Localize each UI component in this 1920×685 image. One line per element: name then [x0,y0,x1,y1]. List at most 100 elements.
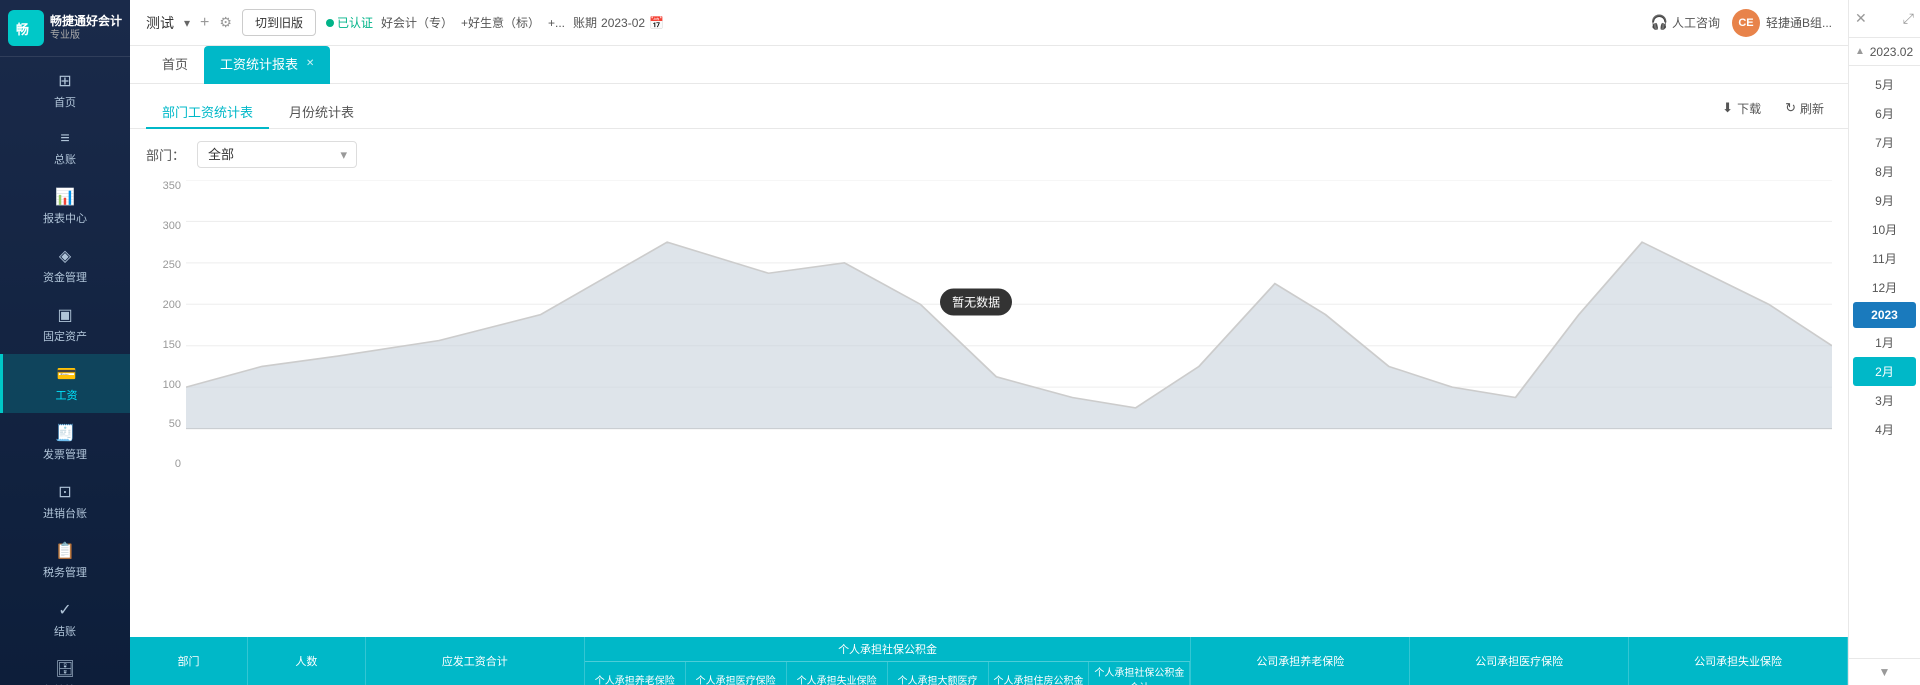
month-1[interactable]: 1月 [1849,328,1920,357]
tab-home[interactable]: 首页 [146,46,204,84]
logo-icon: 畅 [8,10,44,46]
chart-tooltip: 暂无数据 [940,288,1012,315]
chart-svg-wrap: 暂无数据 [186,180,1832,470]
sidebar-label-settle: 结账 [54,623,76,639]
sidebar-label-funds: 资金管理 [43,269,87,285]
salary-icon: 💳 [57,364,77,384]
month-4[interactable]: 4月 [1849,415,1920,444]
month-7[interactable]: 7月 [1849,128,1920,157]
archive-icon: 🗄 [55,659,75,679]
month-list: 5月 6月 7月 8月 9月 10月 11月 12月 2023 1月 2月 3月… [1849,66,1920,658]
year-nav-row: ▲ 2023.02 [1849,38,1920,66]
col-company-pension-label: 公司承担养老保险 [1256,653,1344,669]
sub-tab-department[interactable]: 部门工资统计表 [146,96,269,129]
sidebar-item-sales[interactable]: ⊡ 进销台账 [0,472,130,531]
sidebar-item-archive[interactable]: 🗄 归档管理 [0,649,130,685]
sales-icon: ⊡ [58,482,71,502]
user-avatar-wrap[interactable]: CE 轻捷通B组... [1732,9,1832,37]
y-axis: 0 50 100 150 200 250 300 350 [146,180,181,470]
service-btn[interactable]: 🎧 人工咨询 [1651,14,1720,31]
sidebar-item-salary[interactable]: 💳 工资 [0,354,130,413]
col-pension-label: 个人承担养老保险 [595,672,675,685]
col-dept-label: 部门 [177,653,199,669]
logo-text: 畅捷通好会计 专业版 [50,14,122,43]
certified-label: 已认证 [337,14,373,31]
sidebar-item-assets[interactable]: ▣ 固定资产 [0,295,130,354]
col-total-social: 个人承担社保公积金合计 [1089,662,1190,685]
sub-tab-actions: ⬇ 下载 ↻ 刷新 [1714,97,1832,128]
download-icon: ⬇ [1722,100,1733,116]
month-10[interactable]: 10月 [1849,215,1920,244]
sidebar-item-home[interactable]: ⊞ 首页 [0,61,130,120]
topbar-add-icon[interactable]: + [200,14,209,32]
col-company-medical: 公司承担医疗保险 [1410,637,1629,685]
sidebar-label-salary: 工资 [56,387,78,403]
col-medical: 个人承担医疗保险 [686,662,787,685]
ledger-icon: ≡ [60,130,69,148]
refresh-label: 刷新 [1800,100,1824,117]
user-name: 轻捷通B组... [1766,14,1832,31]
calendar-icon[interactable]: 📅 [649,16,664,30]
certified-status: 已认证 [326,14,373,31]
assets-icon: ▣ [57,305,72,325]
period-info: 账期 2023-02 📅 [573,14,664,31]
sidebar-label-home: 首页 [54,94,76,110]
sidebar: 畅 畅捷通好会计 专业版 ⊞ 首页 ≡ 总账 📊 报表中心 ◈ 资金管理 ▣ 固… [0,0,130,685]
app-edition: 专业版 [50,29,122,42]
year-nav-up[interactable]: ▲ [1853,44,1867,59]
month-6[interactable]: 6月 [1849,99,1920,128]
sidebar-item-settle[interactable]: ✓ 结账 [0,590,130,649]
tab-close-icon[interactable]: ✕ [306,58,314,69]
sidebar-label-assets: 固定资产 [43,328,87,344]
year-nav-down-row: ▼ [1849,658,1920,685]
sidebar-item-tax[interactable]: 📋 税务管理 [0,531,130,590]
col-company-pension: 公司承担养老保险 [1191,637,1410,685]
col-unemploy: 个人承担失业保险 [787,662,888,685]
right-panel: ✕ ⤢ ▲ 2023.02 5月 6月 7月 8月 9月 10月 11月 12月… [1848,0,1920,685]
panel-close-btn[interactable]: ✕ [1855,10,1867,27]
topbar-dropdown[interactable]: ▾ [184,16,190,30]
reports-icon: 📊 [55,187,75,207]
y-label-200: 200 [146,299,181,311]
sidebar-label-reports: 报表中心 [43,210,87,226]
sub-tab-dept-label: 部门工资统计表 [162,105,253,120]
switch-old-btn[interactable]: 切到旧版 [242,9,316,36]
month-11[interactable]: 11月 [1849,244,1920,273]
sidebar-item-invoice[interactable]: 🧾 发票管理 [0,413,130,472]
filter-label: 部门： [146,145,185,164]
col-count: 人数 [248,637,366,685]
month-9[interactable]: 9月 [1849,186,1920,215]
tab-home-label: 首页 [162,54,188,73]
y-label-300: 300 [146,220,181,232]
y-label-100: 100 [146,379,181,391]
download-btn[interactable]: ⬇ 下载 [1714,97,1769,120]
refresh-btn[interactable]: ↻ 刷新 [1777,97,1832,120]
panel-expand-btn[interactable]: ⤢ [1903,10,1914,27]
year-badge[interactable]: 2023 [1853,302,1916,328]
month-2-active[interactable]: 2月 [1853,357,1916,386]
year-nav: ▲ [1853,44,1867,59]
app-name: 畅捷通好会计 [50,14,122,30]
chart-area: 0 50 100 150 200 250 300 350 [130,180,1848,637]
home-icon: ⊞ [58,71,71,91]
month-3[interactable]: 3月 [1849,386,1920,415]
sub-tab-monthly-label: 月份统计表 [289,105,354,120]
month-5[interactable]: 5月 [1849,70,1920,99]
month-8[interactable]: 8月 [1849,157,1920,186]
dept-select[interactable]: 全部 [197,141,357,168]
topbar-settings-icon[interactable]: ⚙ [219,14,232,31]
sub-tab-monthly[interactable]: 月份统计表 [273,96,370,129]
sidebar-item-funds[interactable]: ◈ 资金管理 [0,236,130,295]
tab-salary-report[interactable]: 工资统计报表 ✕ [204,46,330,84]
col-bigmedical-label: 个人承担大额医疗 [898,672,978,685]
year-nav-down[interactable]: ▼ [1877,663,1893,681]
svg-text:畅: 畅 [16,22,29,37]
month-12[interactable]: 12月 [1849,273,1920,302]
col-bigmedical: 个人承担大额医疗 [888,662,989,685]
sidebar-item-reports[interactable]: 📊 报表中心 [0,177,130,236]
sidebar-item-ledger[interactable]: ≡ 总账 [0,120,130,177]
tab-salary-label: 工资统计报表 [220,54,298,73]
page-content: 部门工资统计表 月份统计表 ⬇ 下载 ↻ 刷新 部门： 全部 [130,84,1848,685]
col-company-unemploy: 公司承担失业保险 [1629,637,1848,685]
y-label-250: 250 [146,259,181,271]
